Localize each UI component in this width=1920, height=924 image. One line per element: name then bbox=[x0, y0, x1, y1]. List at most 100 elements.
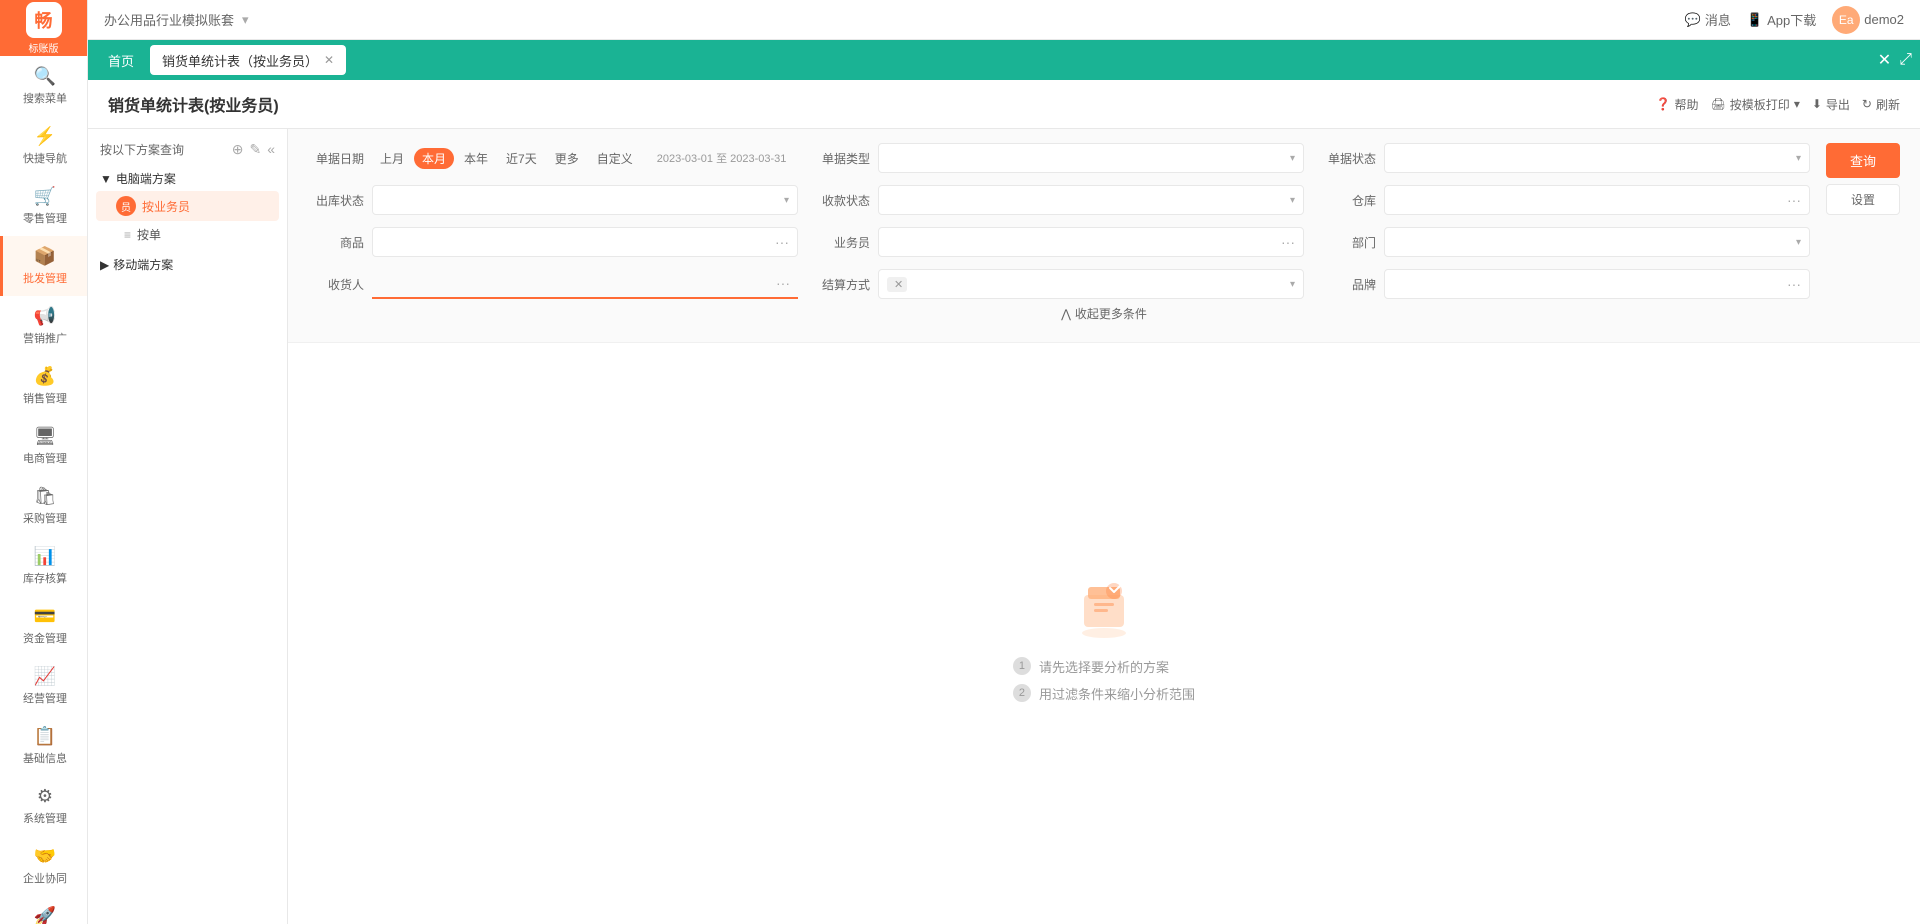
sidebar-label-enterprise: 企业协同 bbox=[23, 870, 67, 886]
collapse-panel-btn[interactable]: « bbox=[267, 141, 275, 158]
page-title: 销货单统计表(按业务员) bbox=[108, 92, 279, 128]
receiver-input[interactable]: ··· bbox=[372, 269, 798, 299]
date-tab-custom[interactable]: 自定义 bbox=[589, 148, 641, 169]
sidebar-item-purchase[interactable]: 🛍 采购管理 bbox=[0, 476, 87, 536]
goods-input[interactable]: ··· bbox=[372, 227, 798, 257]
tab-actions: ✕ ⤢ bbox=[1878, 50, 1912, 70]
collectstatus-label: 收款状态 bbox=[814, 192, 870, 209]
expand-icon-mobile: ▶ bbox=[100, 258, 109, 272]
sidebar-item-search[interactable]: 🔍 搜索菜单 bbox=[0, 56, 87, 116]
sidebar-label-shortcut: 快捷导航 bbox=[23, 150, 67, 166]
docstatus-input[interactable] bbox=[1384, 143, 1810, 173]
shortcut-icon: ⚡ bbox=[34, 126, 56, 147]
content: 按以下方案查询 ⊕ ✎ « ▼ 电脑端方案 员 按业务员 ≡ 按单 bbox=[88, 129, 1920, 924]
scheme-dot-icon: 员 bbox=[116, 196, 136, 216]
sidebar-label-inventory: 库存核算 bbox=[23, 570, 67, 586]
print-btn[interactable]: 🖨 按模板打印 ▾ bbox=[1711, 96, 1800, 113]
marketing-icon: 📢 bbox=[34, 306, 56, 327]
collectstatus-input[interactable] bbox=[878, 185, 1304, 215]
filter-item-salesperson: 业务员 ··· bbox=[814, 227, 1304, 257]
print-dropdown-icon[interactable]: ▾ bbox=[1794, 97, 1800, 111]
edit-scheme-btn[interactable]: ✎ bbox=[249, 141, 261, 158]
doctype-input[interactable] bbox=[878, 143, 1304, 173]
app-download-btn[interactable]: 📱 App下载 bbox=[1747, 10, 1816, 29]
purchase-icon: 🛍 bbox=[34, 486, 57, 507]
collapse-btn[interactable]: ⋀ 收起更多条件 bbox=[1061, 305, 1147, 322]
wholesale-icon: 📦 bbox=[34, 246, 56, 267]
settle-tag: ✕ bbox=[887, 277, 907, 292]
date-tab-thisyear[interactable]: 本年 bbox=[456, 148, 496, 169]
sidebar-label-marketing: 营销推广 bbox=[23, 330, 67, 346]
filter-item-brand: 品牌 ··· bbox=[1320, 269, 1810, 299]
brand-input[interactable]: ··· bbox=[1384, 269, 1810, 299]
warehouse-input[interactable]: ··· bbox=[1384, 185, 1810, 215]
salesperson-dots: ··· bbox=[1281, 234, 1295, 250]
filter-row-1: 单据日期 上月 本月 本年 近7天 更多 自定义 bbox=[308, 143, 1810, 173]
sidebar-item-sales[interactable]: 💰 销售管理 bbox=[0, 356, 87, 416]
refresh-btn[interactable]: ↻ 刷新 bbox=[1862, 96, 1900, 113]
step-2-text: 用过滤条件来缩小分析范围 bbox=[1039, 684, 1195, 703]
sidebar-item-newbie[interactable]: 🚀 新手引导 bbox=[0, 896, 87, 924]
tab-home[interactable]: 首页 bbox=[96, 45, 146, 75]
message-btn[interactable]: 💬 消息 bbox=[1685, 10, 1731, 29]
scheme-item-salesperson[interactable]: 员 按业务员 bbox=[96, 191, 279, 221]
outstatus-label: 出库状态 bbox=[308, 192, 364, 209]
scheme-group-mobile-header[interactable]: ▶ 移动端方案 bbox=[96, 252, 279, 277]
system-icon: ⚙ bbox=[37, 786, 53, 807]
scheme-group-desktop-header[interactable]: ▼ 电脑端方案 bbox=[96, 166, 279, 191]
sidebar-item-inventory[interactable]: 📊 库存核算 bbox=[0, 536, 87, 596]
help-icon: ❓ bbox=[1656, 97, 1671, 111]
warehouse-dots: ··· bbox=[1787, 192, 1801, 208]
scheme-item-by-order[interactable]: ≡ 按单 bbox=[96, 221, 279, 248]
sidebar-item-ecommerce[interactable]: 🖥 电商管理 bbox=[0, 416, 87, 476]
sidebar-item-system[interactable]: ⚙ 系统管理 bbox=[0, 776, 87, 836]
date-tab-thismonth[interactable]: 本月 bbox=[414, 148, 454, 169]
sidebar-label-finance: 资金管理 bbox=[23, 630, 67, 646]
topbar-dropdown-icon[interactable]: ▾ bbox=[242, 12, 249, 28]
user-name: demo2 bbox=[1864, 12, 1904, 27]
newbie-icon: 🚀 bbox=[34, 906, 56, 924]
settle-label: 结算方式 bbox=[814, 276, 870, 293]
right-panel: 单据日期 上月 本月 本年 近7天 更多 自定义 bbox=[288, 129, 1920, 924]
tab-close-btn[interactable]: ✕ bbox=[324, 53, 334, 67]
help-btn[interactable]: ❓ 帮助 bbox=[1656, 96, 1699, 113]
export-btn[interactable]: ⬇ 导出 bbox=[1812, 96, 1850, 113]
outstatus-input[interactable] bbox=[372, 185, 798, 215]
sidebar-item-wholesale[interactable]: 📦 批发管理 bbox=[0, 236, 87, 296]
settle-tag-clear[interactable]: ✕ bbox=[894, 278, 903, 291]
date-tab-more[interactable]: 更多 bbox=[547, 148, 587, 169]
tab-sales-stat[interactable]: 销货单统计表（按业务员） ✕ bbox=[150, 45, 346, 75]
filter-item-goods: 商品 ··· bbox=[308, 227, 798, 257]
filter-item-warehouse: 仓库 ··· bbox=[1320, 185, 1810, 215]
query-button[interactable]: 查询 bbox=[1826, 143, 1900, 178]
topbar: 办公用品行业模拟账套 ▾ 💬 消息 📱 App下载 Ea demo2 bbox=[88, 0, 1920, 40]
sidebar-item-operation[interactable]: 📈 经营管理 bbox=[0, 656, 87, 716]
setting-button[interactable]: 设置 bbox=[1826, 184, 1900, 215]
date-tab-lastmonth[interactable]: 上月 bbox=[372, 148, 412, 169]
sidebar-item-shortcut[interactable]: ⚡ 快捷导航 bbox=[0, 116, 87, 176]
goods-dots: ··· bbox=[775, 234, 789, 250]
filter-item-dept: 部门 bbox=[1320, 227, 1810, 257]
sidebar-item-basic[interactable]: 📋 基础信息 bbox=[0, 716, 87, 776]
dept-input[interactable] bbox=[1384, 227, 1810, 257]
user-profile[interactable]: Ea demo2 bbox=[1832, 6, 1904, 34]
refresh-icon: ↻ bbox=[1862, 97, 1872, 111]
settle-input[interactable]: ✕ bbox=[878, 269, 1304, 299]
filter-buttons: 查询 设置 bbox=[1810, 143, 1900, 215]
sidebar-item-retail[interactable]: 🛒 零售管理 bbox=[0, 176, 87, 236]
main-area: 办公用品行业模拟账套 ▾ 💬 消息 📱 App下载 Ea demo2 首页 销货… bbox=[88, 0, 1920, 924]
sidebar-item-finance[interactable]: 💳 资金管理 bbox=[0, 596, 87, 656]
sidebar-item-marketing[interactable]: 📢 营销推广 bbox=[0, 296, 87, 356]
goods-label: 商品 bbox=[308, 234, 364, 251]
doctype-chevron bbox=[1290, 153, 1295, 164]
date-tab-7days[interactable]: 近7天 bbox=[498, 148, 545, 169]
maximize-icon[interactable]: ⤢ bbox=[1899, 51, 1912, 69]
add-scheme-btn[interactable]: ⊕ bbox=[232, 141, 244, 158]
sidebar-item-enterprise[interactable]: 🤝 企业协同 bbox=[0, 836, 87, 896]
filter-item-settle: 结算方式 ✕ bbox=[814, 269, 1304, 299]
close-window-icon[interactable]: ✕ bbox=[1878, 50, 1891, 70]
filter-item-docstatus: 单据状态 bbox=[1320, 143, 1810, 173]
operation-icon: 📈 bbox=[34, 666, 56, 687]
salesperson-input[interactable]: ··· bbox=[878, 227, 1304, 257]
step-num-2: 2 bbox=[1013, 684, 1031, 702]
